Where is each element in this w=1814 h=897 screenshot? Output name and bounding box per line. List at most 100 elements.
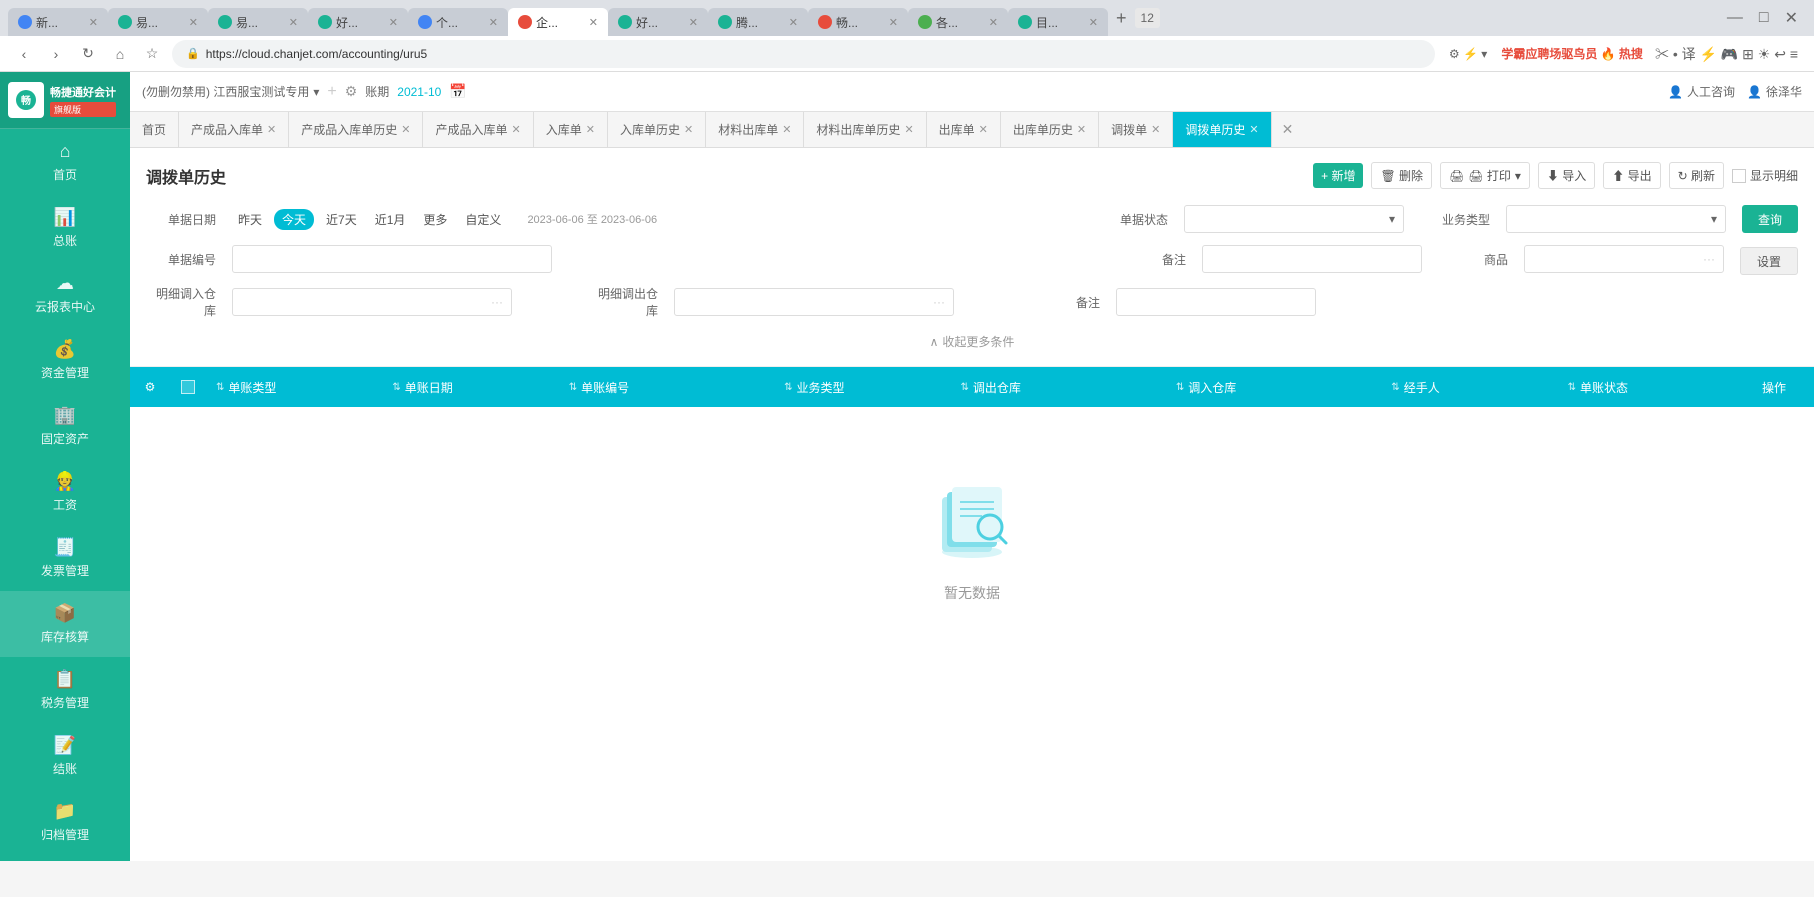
- page-tab-inbound-history-close[interactable]: ✕: [684, 123, 693, 136]
- biz-type-filter-select[interactable]: ▾: [1506, 205, 1726, 233]
- page-tab-material-outbound[interactable]: 材料出库单 ✕: [706, 112, 804, 148]
- goods-filter-select[interactable]: ···: [1524, 245, 1724, 273]
- tab-close-8[interactable]: ✕: [789, 16, 798, 29]
- home-button[interactable]: ⌂: [108, 42, 132, 66]
- browser-tab-11[interactable]: 目... ✕: [1008, 8, 1108, 36]
- tab-close-4[interactable]: ✕: [389, 16, 398, 29]
- close-button[interactable]: ✕: [1777, 8, 1806, 28]
- tab-close-6[interactable]: ✕: [589, 16, 598, 29]
- sidebar-item-cloud-report[interactable]: ☁ 云报表中心: [0, 261, 130, 327]
- page-tab-outbound-close[interactable]: ✕: [979, 123, 988, 136]
- browser-tab-4[interactable]: 好... ✕: [308, 8, 408, 36]
- number-filter-input[interactable]: [232, 245, 552, 273]
- browser-tab-8[interactable]: 腾... ✕: [708, 8, 808, 36]
- page-tab-transfer[interactable]: 调拨单 ✕: [1099, 112, 1173, 148]
- page-tab-material-outbound-history[interactable]: 材料出库单历史 ✕: [804, 112, 926, 148]
- tab-close-7[interactable]: ✕: [689, 16, 698, 29]
- display-toggle-checkbox[interactable]: [1732, 169, 1746, 183]
- maximize-button[interactable]: □: [1751, 9, 1777, 27]
- print-button[interactable]: 🖨 🖨 打印 ▾: [1440, 162, 1530, 189]
- sidebar-item-home[interactable]: ⌂ 首页: [0, 129, 130, 195]
- settings-button[interactable]: 设置: [1740, 247, 1798, 275]
- sidebar-item-inventory[interactable]: 📦 库存核算: [0, 591, 130, 657]
- tab-close-10[interactable]: ✕: [989, 16, 998, 29]
- delete-button[interactable]: 🗑 删除: [1371, 162, 1432, 189]
- page-tab-product-inbound2[interactable]: 产成品入库单 ✕: [423, 112, 533, 148]
- refresh-button[interactable]: ↻ 刷新: [1669, 162, 1724, 189]
- tab-count[interactable]: 12: [1135, 8, 1160, 28]
- th-in-wh[interactable]: ⇅ 调入仓库: [1166, 379, 1381, 396]
- in-wh-filter-select[interactable]: ···: [232, 288, 512, 316]
- page-tab-transfer-history-close[interactable]: ✕: [1249, 123, 1258, 136]
- sidebar-item-tax[interactable]: 📋 税务管理: [0, 657, 130, 723]
- page-tab-transfer-close[interactable]: ✕: [1151, 123, 1160, 136]
- bookmark-button[interactable]: ☆: [140, 42, 164, 66]
- url-input[interactable]: 🔒 https://cloud.chanjet.com/accounting/u…: [172, 40, 1435, 68]
- sidebar-item-salary[interactable]: 👷 工资: [0, 459, 130, 525]
- date-btn-custom[interactable]: 自定义: [459, 209, 507, 230]
- display-toggle[interactable]: 显示明细: [1732, 167, 1798, 184]
- page-tab-inbound[interactable]: 入库单 ✕: [534, 112, 608, 148]
- th-status[interactable]: ⇅ 单账状态: [1558, 379, 1734, 396]
- page-tab-outbound-history-close[interactable]: ✕: [1077, 123, 1086, 136]
- tab-close-5[interactable]: ✕: [489, 16, 498, 29]
- browser-tab-3[interactable]: 易... ✕: [208, 8, 308, 36]
- page-tab-product-inbound-history[interactable]: 产成品入库单历史 ✕: [289, 112, 423, 148]
- minimize-button[interactable]: —: [1719, 9, 1751, 27]
- page-tab-material-outbound-history-close[interactable]: ✕: [904, 123, 913, 136]
- date-btn-7days[interactable]: 近7天: [320, 209, 363, 230]
- sidebar-item-archive[interactable]: 📁 归档管理: [0, 789, 130, 855]
- forward-button[interactable]: ›: [44, 42, 68, 66]
- company-selector[interactable]: (勿删勿禁用) 江西服宝测试专用 ▾: [142, 83, 319, 100]
- sidebar-item-settings[interactable]: ⚙ 基础设置: [0, 855, 130, 861]
- th-settings[interactable]: ⚙: [130, 380, 170, 394]
- page-tab-product-inbound2-close[interactable]: ✕: [512, 123, 521, 136]
- back-button[interactable]: ‹: [12, 42, 36, 66]
- user-info[interactable]: 👤 徐泽华: [1747, 83, 1802, 100]
- date-btn-today[interactable]: 今天: [274, 209, 314, 230]
- status-filter-select[interactable]: ▾: [1184, 205, 1404, 233]
- browser-tab-5[interactable]: 个... ✕: [408, 8, 508, 36]
- browser-tab-9[interactable]: 畅... ✕: [808, 8, 908, 36]
- page-tab-material-outbound-close[interactable]: ✕: [782, 123, 791, 136]
- collapse-button[interactable]: ∧ 收起更多条件: [146, 329, 1798, 354]
- th-number[interactable]: ⇅ 单账编号: [559, 379, 774, 396]
- new-tab-button[interactable]: +: [1108, 8, 1135, 29]
- page-tab-product-inbound-history-close[interactable]: ✕: [401, 123, 410, 136]
- close-all-tab-button[interactable]: ✕: [1272, 121, 1304, 138]
- browser-tab-2[interactable]: 易... ✕: [108, 8, 208, 36]
- page-tab-inbound-history[interactable]: 入库单历史 ✕: [608, 112, 706, 148]
- company-settings-icon[interactable]: ⚙: [345, 83, 358, 100]
- page-tab-transfer-history[interactable]: 调拨单历史 ✕: [1173, 112, 1271, 148]
- browser-tab-10[interactable]: 各... ✕: [908, 8, 1008, 36]
- import-button[interactable]: ⬇ 导入: [1538, 162, 1595, 189]
- add-company-button[interactable]: +: [327, 83, 336, 101]
- page-tab-inbound-close[interactable]: ✕: [586, 123, 595, 136]
- out-wh-filter-select[interactable]: ···: [674, 288, 954, 316]
- browser-tab-7[interactable]: 好... ✕: [608, 8, 708, 36]
- tab-close-9[interactable]: ✕: [889, 16, 898, 29]
- period-value[interactable]: 2021-10: [397, 85, 441, 99]
- page-tab-outbound-history[interactable]: 出库单历史 ✕: [1001, 112, 1099, 148]
- query-button[interactable]: 查询: [1742, 205, 1798, 233]
- date-btn-1month[interactable]: 近1月: [369, 209, 412, 230]
- sidebar-item-fixed-assets[interactable]: 🏢 固定资产: [0, 393, 130, 459]
- th-checkbox[interactable]: [170, 380, 206, 394]
- sidebar-item-finance[interactable]: 💰 资金管理: [0, 327, 130, 393]
- th-out-wh[interactable]: ⇅ 调出仓库: [950, 379, 1165, 396]
- calendar-icon[interactable]: 📅: [449, 83, 466, 100]
- th-handler[interactable]: ⇅ 经手人: [1381, 379, 1557, 396]
- tab-close-3[interactable]: ✕: [289, 16, 298, 29]
- date-btn-yesterday[interactable]: 昨天: [232, 209, 268, 230]
- service-button[interactable]: 👤 人工咨询: [1668, 83, 1735, 100]
- th-type[interactable]: ⇅ 单账类型: [206, 379, 382, 396]
- browser-tab-1[interactable]: 新... ✕: [8, 8, 108, 36]
- browser-tab-6[interactable]: 企... ✕: [508, 8, 608, 36]
- sidebar-item-ledger[interactable]: 📊 总账: [0, 195, 130, 261]
- note2-filter-input[interactable]: [1116, 288, 1316, 316]
- date-btn-more[interactable]: 更多: [417, 209, 453, 230]
- tab-close-2[interactable]: ✕: [189, 16, 198, 29]
- page-tab-product-inbound-close[interactable]: ✕: [267, 123, 276, 136]
- header-checkbox[interactable]: [181, 380, 195, 394]
- sidebar-item-invoice[interactable]: 🧾 发票管理: [0, 525, 130, 591]
